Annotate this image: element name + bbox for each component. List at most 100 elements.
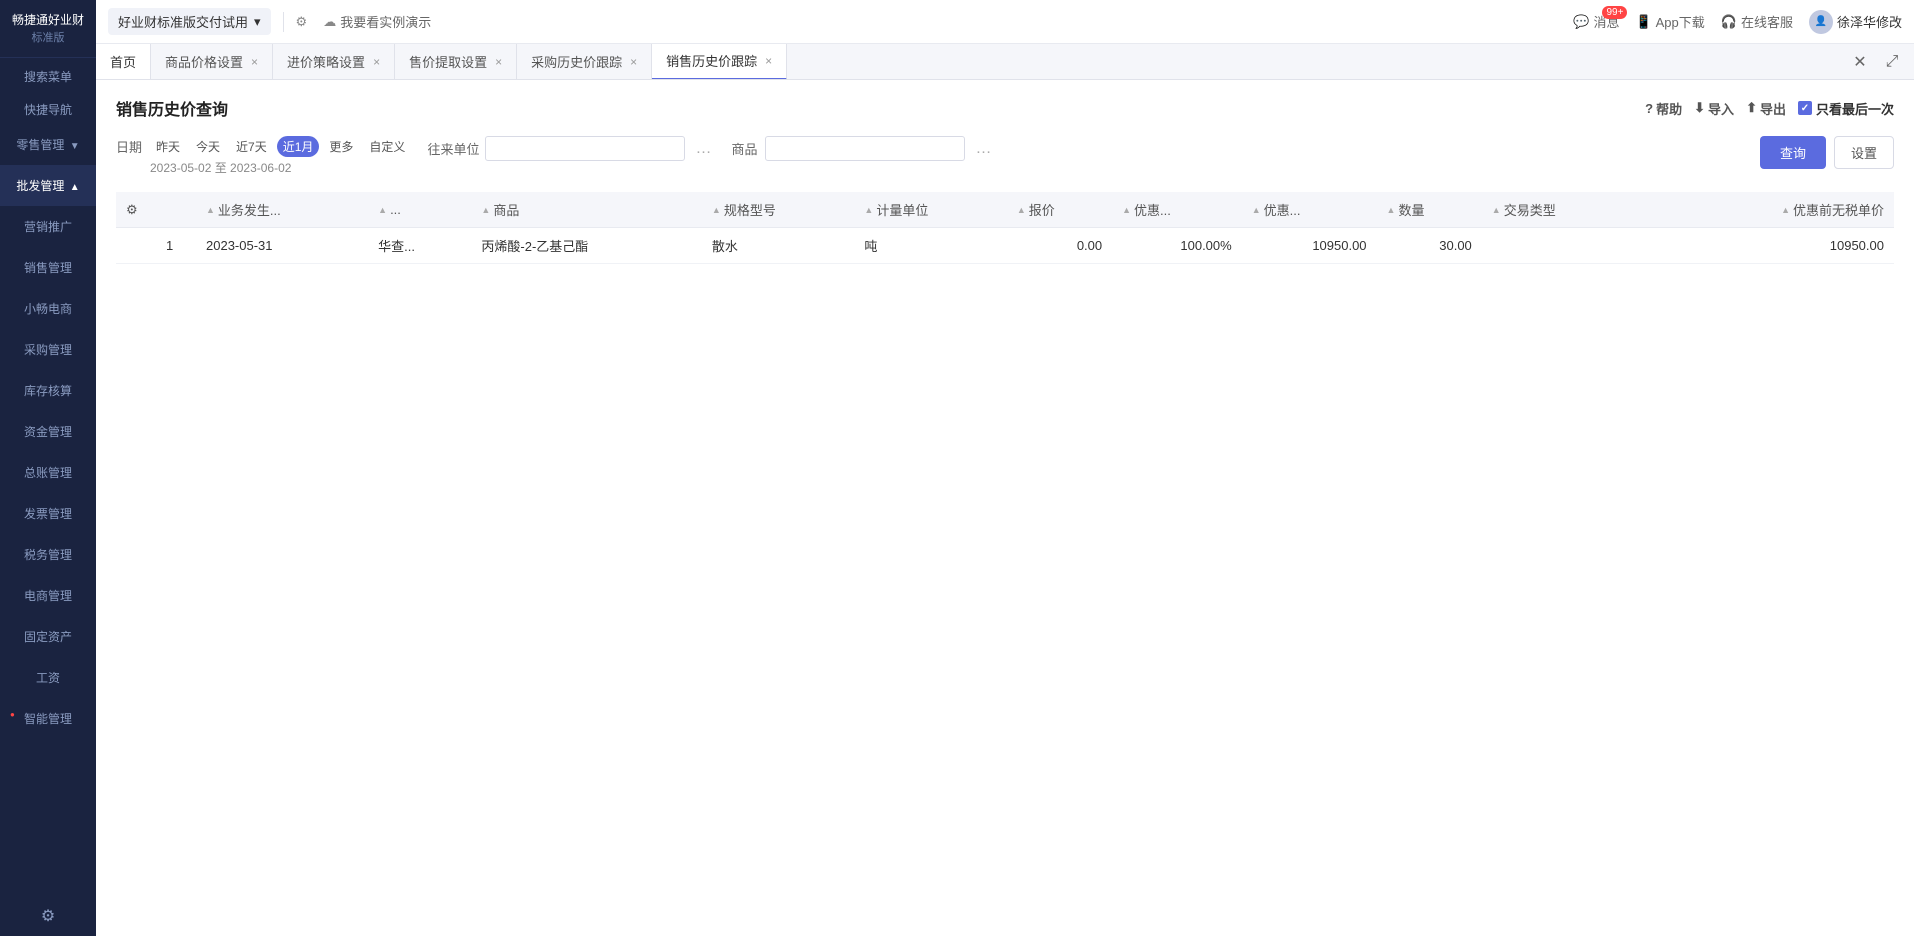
sidebar-bottom: ⚙ bbox=[0, 896, 96, 936]
app-download-button[interactable]: 📱 App下载 bbox=[1635, 12, 1704, 31]
maximize-tab-button[interactable]: ⤢ bbox=[1878, 48, 1906, 76]
download-icon: 📱 bbox=[1635, 14, 1651, 30]
date-today[interactable]: 今天 bbox=[190, 136, 226, 157]
close-tab-button[interactable]: ✕ bbox=[1846, 48, 1874, 76]
close-icon[interactable]: × bbox=[630, 55, 637, 69]
only-last-checkbox[interactable]: ✓ 只看最后一次 bbox=[1798, 99, 1894, 118]
sidebar-search[interactable]: 搜索菜单 bbox=[0, 58, 96, 95]
col-more[interactable]: ▲ ... bbox=[368, 192, 471, 228]
col-num bbox=[156, 192, 196, 228]
sidebar-item-finance[interactable]: 资金管理 bbox=[0, 411, 96, 452]
close-icon[interactable]: × bbox=[373, 55, 380, 69]
sidebar-item-assets[interactable]: 固定资产 bbox=[0, 616, 96, 657]
source-input[interactable] bbox=[485, 136, 685, 161]
logo-subtitle: 标准版 bbox=[8, 29, 88, 45]
sidebar-item-label: 库存核算 bbox=[24, 384, 72, 398]
col-biz-date-label: 业务发生... bbox=[218, 200, 281, 219]
avatar: 👤 bbox=[1809, 10, 1833, 34]
table-row: 1 2023-05-31 华查... 丙烯酸-2-乙基己酯 散水 吨 0.00 … bbox=[116, 228, 1894, 264]
tab-sale-extract[interactable]: 售价提取设置 × bbox=[395, 44, 517, 80]
tabs-controls: ✕ ⤢ bbox=[1846, 48, 1914, 76]
help-button[interactable]: ? 帮助 bbox=[1645, 99, 1682, 118]
sidebar-item-payroll[interactable]: 工资 bbox=[0, 657, 96, 698]
export-button[interactable]: ⬆ 导出 bbox=[1746, 99, 1786, 118]
sidebar-item-inventory[interactable]: 库存核算 bbox=[0, 370, 96, 411]
row-pretax-price-cell: 10950.00 bbox=[1671, 228, 1894, 264]
row-settings-cell bbox=[116, 228, 156, 264]
sidebar-item-marketing[interactable]: 营销推广 bbox=[0, 206, 96, 247]
settings-button[interactable]: 设置 bbox=[1834, 136, 1894, 169]
message-button[interactable]: 💬 消息 99+ bbox=[1573, 12, 1619, 31]
col-discount1[interactable]: ▲ 优惠... bbox=[1112, 192, 1242, 228]
col-price[interactable]: ▲ 报价 bbox=[1007, 192, 1112, 228]
col-discount1-label: 优惠... bbox=[1134, 200, 1171, 219]
sidebar-item-label: 销售管理 bbox=[24, 261, 72, 275]
import-icon: ⬇ bbox=[1694, 100, 1705, 116]
tab-sales-history[interactable]: 销售历史价跟踪 × bbox=[652, 44, 787, 80]
sidebar-item-smart[interactable]: 智能管理 bbox=[0, 698, 96, 739]
row-unit-cell: 吨 bbox=[854, 228, 1006, 264]
sidebar-item-xiaochangec[interactable]: 小畅电商 bbox=[0, 288, 96, 329]
product-selector[interactable]: 好业财标准版交付试用 ▾ bbox=[108, 8, 271, 35]
sidebar-item-wholesale[interactable]: 批发管理 ▲ bbox=[0, 165, 96, 206]
col-trans-type[interactable]: ▲ 交易类型 bbox=[1482, 192, 1634, 228]
col-pretax-price[interactable]: ▲ 优惠前无税单价 bbox=[1671, 192, 1894, 228]
topbar: 好业财标准版交付试用 ▾ ⚙ ☁ 我要看实例演示 💬 消息 99+ 📱 App下… bbox=[96, 0, 1914, 44]
sidebar-item-invoice[interactable]: 发票管理 bbox=[0, 493, 96, 534]
divider bbox=[283, 12, 284, 32]
demo-button[interactable]: ☁ 我要看实例演示 bbox=[323, 12, 431, 31]
sidebar-item-label: 总账管理 bbox=[24, 466, 72, 480]
product-more-button[interactable]: … bbox=[971, 138, 995, 160]
col-product[interactable]: ▲ 商品 bbox=[471, 192, 702, 228]
col-unit[interactable]: ▲ 计量单位 bbox=[854, 192, 1006, 228]
message-icon: 💬 bbox=[1573, 14, 1589, 30]
import-button[interactable]: ⬇ 导入 bbox=[1694, 99, 1734, 118]
help-icon: ? bbox=[1645, 101, 1653, 116]
demo-label: 我要看实例演示 bbox=[340, 12, 431, 31]
col-unit-label: 计量单位 bbox=[876, 200, 928, 219]
username: 徐泽华修改 bbox=[1837, 12, 1902, 31]
sidebar-item-tax[interactable]: 税务管理 bbox=[0, 534, 96, 575]
sort-up-icon: ▲ bbox=[1122, 205, 1131, 215]
row-price-cell: 0.00 bbox=[1007, 228, 1112, 264]
user-menu[interactable]: 👤 徐泽华修改 bbox=[1809, 10, 1902, 34]
sidebar-item-ledger[interactable]: 总账管理 bbox=[0, 452, 96, 493]
date-1month[interactable]: 近1月 bbox=[277, 136, 320, 157]
close-icon[interactable]: × bbox=[765, 54, 772, 68]
col-biz-date[interactable]: ▲ 业务发生... bbox=[196, 192, 368, 228]
sidebar: 畅捷通好业财 标准版 搜索菜单 快捷导航 零售管理 ▼ 批发管理 ▲ 营销推广 … bbox=[0, 0, 96, 936]
col-qty[interactable]: ▲ 数量 bbox=[1377, 192, 1482, 228]
tab-purchase-strategy[interactable]: 进价策略设置 × bbox=[273, 44, 395, 80]
col-product-label: 商品 bbox=[493, 200, 519, 219]
date-filter-section: 日期 昨天 今天 近7天 近1月 更多 自定义 2023-05-02 至 202… bbox=[116, 136, 411, 176]
tab-price-settings[interactable]: 商品价格设置 × bbox=[151, 44, 273, 80]
col-spec[interactable]: ▲ 规格型号 bbox=[702, 192, 854, 228]
date-options: 昨天 今天 近7天 近1月 更多 自定义 bbox=[150, 136, 411, 157]
sidebar-item-ecommerce[interactable]: 电商管理 bbox=[0, 575, 96, 616]
product-filter-group: 商品 … bbox=[731, 136, 995, 161]
gear-icon: ⚙ bbox=[126, 202, 138, 217]
sidebar-item-retail[interactable]: 零售管理 ▼ bbox=[0, 124, 96, 165]
online-service-button[interactable]: 🎧 在线客服 bbox=[1721, 12, 1793, 31]
sidebar-item-sales[interactable]: 销售管理 bbox=[0, 247, 96, 288]
sort-up-icon: ▲ bbox=[1387, 205, 1396, 215]
col-settings[interactable]: ⚙ bbox=[116, 192, 156, 228]
gear-icon[interactable]: ⚙ bbox=[296, 14, 308, 30]
date-7days[interactable]: 近7天 bbox=[230, 136, 273, 157]
sort-up-icon: ▲ bbox=[712, 205, 721, 215]
product-input[interactable] bbox=[765, 136, 965, 161]
date-custom[interactable]: 自定义 bbox=[363, 136, 411, 157]
source-more-button[interactable]: … bbox=[691, 138, 715, 160]
close-icon[interactable]: × bbox=[495, 55, 502, 69]
close-icon[interactable]: × bbox=[251, 55, 258, 69]
col-discount2[interactable]: ▲ 优惠... bbox=[1242, 192, 1377, 228]
sidebar-item-purchase[interactable]: 采购管理 bbox=[0, 329, 96, 370]
date-more[interactable]: 更多 bbox=[323, 136, 359, 157]
tab-home[interactable]: 首页 bbox=[96, 44, 151, 80]
tab-purchase-history[interactable]: 采购历史价跟踪 × bbox=[517, 44, 652, 80]
sidebar-quick-nav[interactable]: 快捷导航 bbox=[0, 95, 96, 124]
row-discount2-cell: 10950.00 bbox=[1242, 228, 1377, 264]
query-button[interactable]: 查询 bbox=[1760, 136, 1826, 169]
date-yesterday[interactable]: 昨天 bbox=[150, 136, 186, 157]
settings-icon[interactable]: ⚙ bbox=[8, 906, 88, 926]
